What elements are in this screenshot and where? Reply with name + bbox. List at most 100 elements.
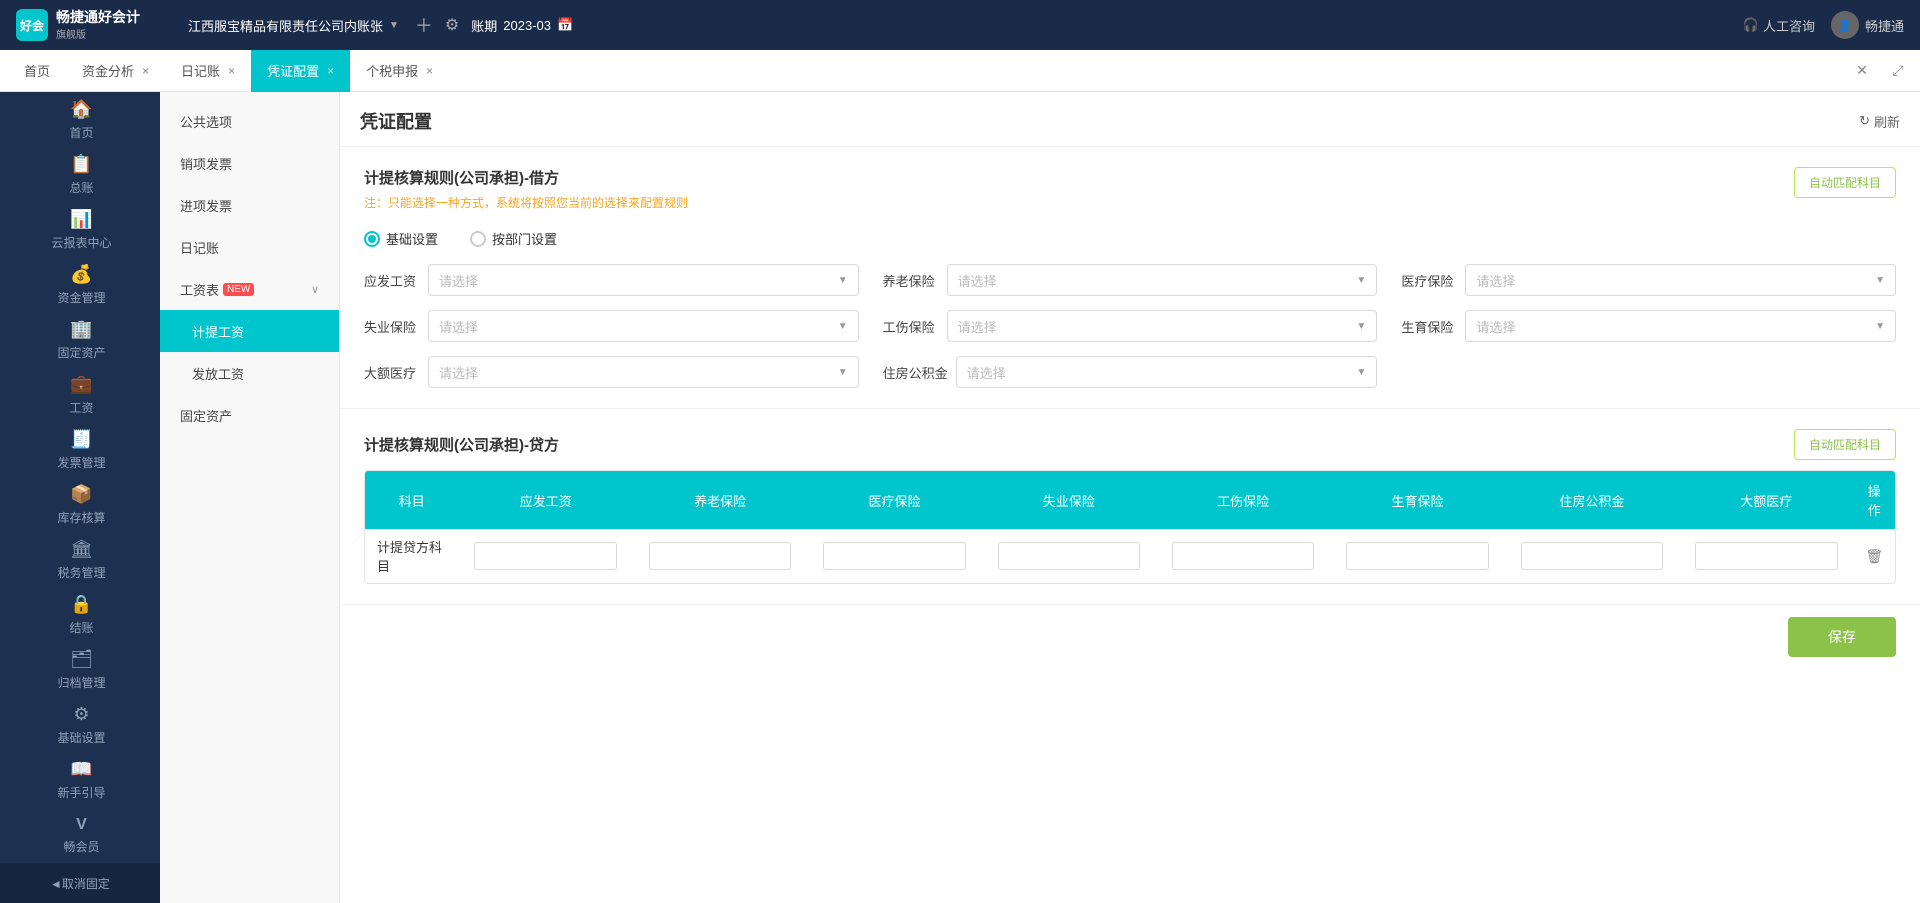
sidebar-item-inventory[interactable]: 📦 库存核算 — [0, 478, 160, 533]
home-icon: 🏠 — [70, 99, 92, 120]
app-name: 畅捷通好会计 — [56, 9, 140, 26]
sub-item-accrual[interactable]: 计提工资 — [160, 310, 339, 352]
sidebar-item-home[interactable]: 🏠 首页 — [0, 92, 160, 147]
save-bar: 保存 — [340, 604, 1920, 669]
sidebar-item-archive[interactable]: 🗂 归档管理 — [0, 643, 160, 698]
select-unemployment[interactable]: 请选择 ▼ — [428, 310, 859, 342]
select-big-medical-arrow: ▼ — [838, 367, 848, 378]
settings-icon[interactable]: ⚙ — [445, 15, 459, 35]
tab-diary[interactable]: 日记账 × — [165, 50, 251, 92]
table-header-row: 科目 应发工资 养老保险 医疗保险 失业保险 工伤保险 生育保险 住房公积金 大… — [365, 471, 1895, 529]
service-button[interactable]: 🎧 人工咨询 — [1743, 16, 1815, 35]
tab-tax-close[interactable]: × — [426, 64, 433, 78]
tab-tax[interactable]: 个税申报 × — [350, 50, 449, 92]
sidebar-label-guide: 新手引导 — [57, 784, 105, 801]
sub-label-accrual: 计提工资 — [192, 322, 244, 341]
input-credit-pension[interactable] — [649, 542, 792, 570]
select-pension[interactable]: 请选择 ▼ — [947, 264, 1378, 296]
sidebar-item-asset[interactable]: 🏢 固定资产 — [0, 312, 160, 367]
select-medical-placeholder: 请选择 — [1476, 271, 1515, 290]
add-account-button[interactable]: ＋ — [415, 12, 433, 38]
select-injury-arrow: ▼ — [1356, 321, 1366, 332]
table-row: 计提贷方科目 🗑 — [365, 529, 1895, 583]
fullscreen-button[interactable]: ⤢ — [1884, 57, 1912, 85]
company-dropdown-arrow: ▼ — [389, 20, 399, 31]
ledger-icon: 📋 — [70, 154, 92, 175]
select-medical[interactable]: 请选择 ▼ — [1465, 264, 1896, 296]
close-all-button[interactable]: ✕ — [1848, 57, 1876, 85]
sidebar-item-invoice[interactable]: 🧾 发票管理 — [0, 422, 160, 477]
cell-pension — [633, 529, 807, 583]
user-area[interactable]: 👤 畅捷通 — [1831, 11, 1904, 39]
tab-fund[interactable]: 资金分析 × — [66, 50, 165, 92]
credit-table: 科目 应发工资 养老保险 医疗保险 失业保险 工伤保险 生育保险 住房公积金 大… — [365, 471, 1895, 583]
input-credit-birth[interactable] — [1346, 542, 1489, 570]
sidebar-item-settings[interactable]: ⚙ 基础设置 — [0, 698, 160, 753]
input-credit-big-medical[interactable] — [1695, 542, 1838, 570]
select-pension-arrow: ▼ — [1356, 275, 1366, 286]
sidebar-label-home: 首页 — [69, 124, 93, 141]
radio-dept[interactable]: 按部门设置 — [470, 229, 557, 248]
label-pension: 养老保险 — [883, 271, 939, 290]
company-selector[interactable]: 江西服宝精品有限责任公司内账张 ▼ — [188, 16, 399, 35]
th-unemployment: 失业保险 — [982, 471, 1156, 529]
sub-item-diary[interactable]: 日记账 — [160, 226, 339, 268]
sub-item-purchase[interactable]: 进项发票 — [160, 184, 339, 226]
tab-diary-label: 日记账 — [181, 61, 220, 80]
radio-group: 基础设置 按部门设置 — [364, 229, 1896, 248]
sidebar-item-guide[interactable]: 📖 新手引导 — [0, 753, 160, 808]
label-birth: 生育保险 — [1401, 317, 1457, 336]
input-credit-housing[interactable] — [1521, 542, 1664, 570]
calendar-icon[interactable]: 📅 — [557, 17, 573, 33]
debit-section-title: 计提核算规则(公司承担)-借方 — [364, 167, 688, 188]
sub-item-public[interactable]: 公共选项 — [160, 100, 339, 142]
tab-home[interactable]: 首页 — [8, 50, 66, 92]
select-salary[interactable]: 请选择 ▼ — [428, 264, 859, 296]
sidebar-item-salary[interactable]: 💼 工资 — [0, 367, 160, 422]
input-credit-injury[interactable] — [1172, 542, 1315, 570]
sub-item-fixed-asset[interactable]: 固定资产 — [160, 394, 339, 436]
sub-item-sales[interactable]: 销项发票 — [160, 142, 339, 184]
select-big-medical-placeholder: 请选择 — [439, 363, 478, 382]
sub-label-salary-table: 工资表 — [180, 280, 219, 299]
sidebar-item-vip[interactable]: V 畅会员 — [0, 808, 160, 863]
select-injury[interactable]: 请选择 ▼ — [947, 310, 1378, 342]
input-credit-salary[interactable] — [474, 542, 617, 570]
sub-label-public: 公共选项 — [180, 112, 232, 131]
service-label: 人工咨询 — [1763, 16, 1815, 35]
credit-auto-match-button[interactable]: 自动匹配科目 — [1794, 429, 1896, 460]
field-housing: 住房公积金 请选择 ▼ — [883, 356, 1378, 388]
input-credit-medical[interactable] — [823, 542, 966, 570]
sidebar-item-fund[interactable]: 💰 资金管理 — [0, 257, 160, 312]
delete-row-button[interactable]: 🗑 — [1865, 548, 1883, 564]
sidebar-item-ledger[interactable]: 📋 总账 — [0, 147, 160, 202]
save-button[interactable]: 保存 — [1788, 617, 1896, 657]
select-birth-placeholder: 请选择 — [1476, 317, 1515, 336]
cancel-fixed-button[interactable]: ◄取消固定 — [0, 863, 160, 903]
debit-auto-match-button[interactable]: 自动匹配科目 — [1794, 167, 1896, 198]
sidebar-item-tax[interactable]: 🏛 税务管理 — [0, 533, 160, 588]
tab-voucher[interactable]: 凭证配置 × — [251, 50, 350, 92]
th-salary: 应发工资 — [459, 471, 633, 529]
refresh-button[interactable]: ↻ 刷新 — [1859, 112, 1900, 131]
th-medical: 医疗保险 — [807, 471, 981, 529]
tab-actions: ✕ ⤢ — [1848, 57, 1920, 85]
sidebar-item-closing[interactable]: 🔒 结账 — [0, 588, 160, 643]
fund-icon: 💰 — [70, 264, 92, 285]
select-birth[interactable]: 请选择 ▼ — [1465, 310, 1896, 342]
sub-item-salary-table[interactable]: 工资表 NEW ∨ — [160, 268, 339, 310]
tab-fund-label: 资金分析 — [82, 61, 134, 80]
tab-voucher-close[interactable]: × — [327, 64, 334, 78]
select-housing[interactable]: 请选择 ▼ — [956, 356, 1378, 388]
radio-basic[interactable]: 基础设置 — [364, 229, 438, 248]
tab-diary-close[interactable]: × — [228, 64, 235, 78]
sidebar-item-report[interactable]: 📊 云报表中心 — [0, 202, 160, 257]
username: 畅捷通 — [1865, 16, 1904, 35]
select-big-medical[interactable]: 请选择 ▼ — [428, 356, 859, 388]
select-birth-arrow: ▼ — [1875, 321, 1885, 332]
sidebar-label-settings: 基础设置 — [57, 729, 105, 746]
tab-fund-close[interactable]: × — [142, 64, 149, 78]
sub-item-pay[interactable]: 发放工资 — [160, 352, 339, 394]
credit-section-title: 计提核算规则(公司承担)-贷方 — [364, 434, 559, 455]
input-credit-unemployment[interactable] — [998, 542, 1141, 570]
